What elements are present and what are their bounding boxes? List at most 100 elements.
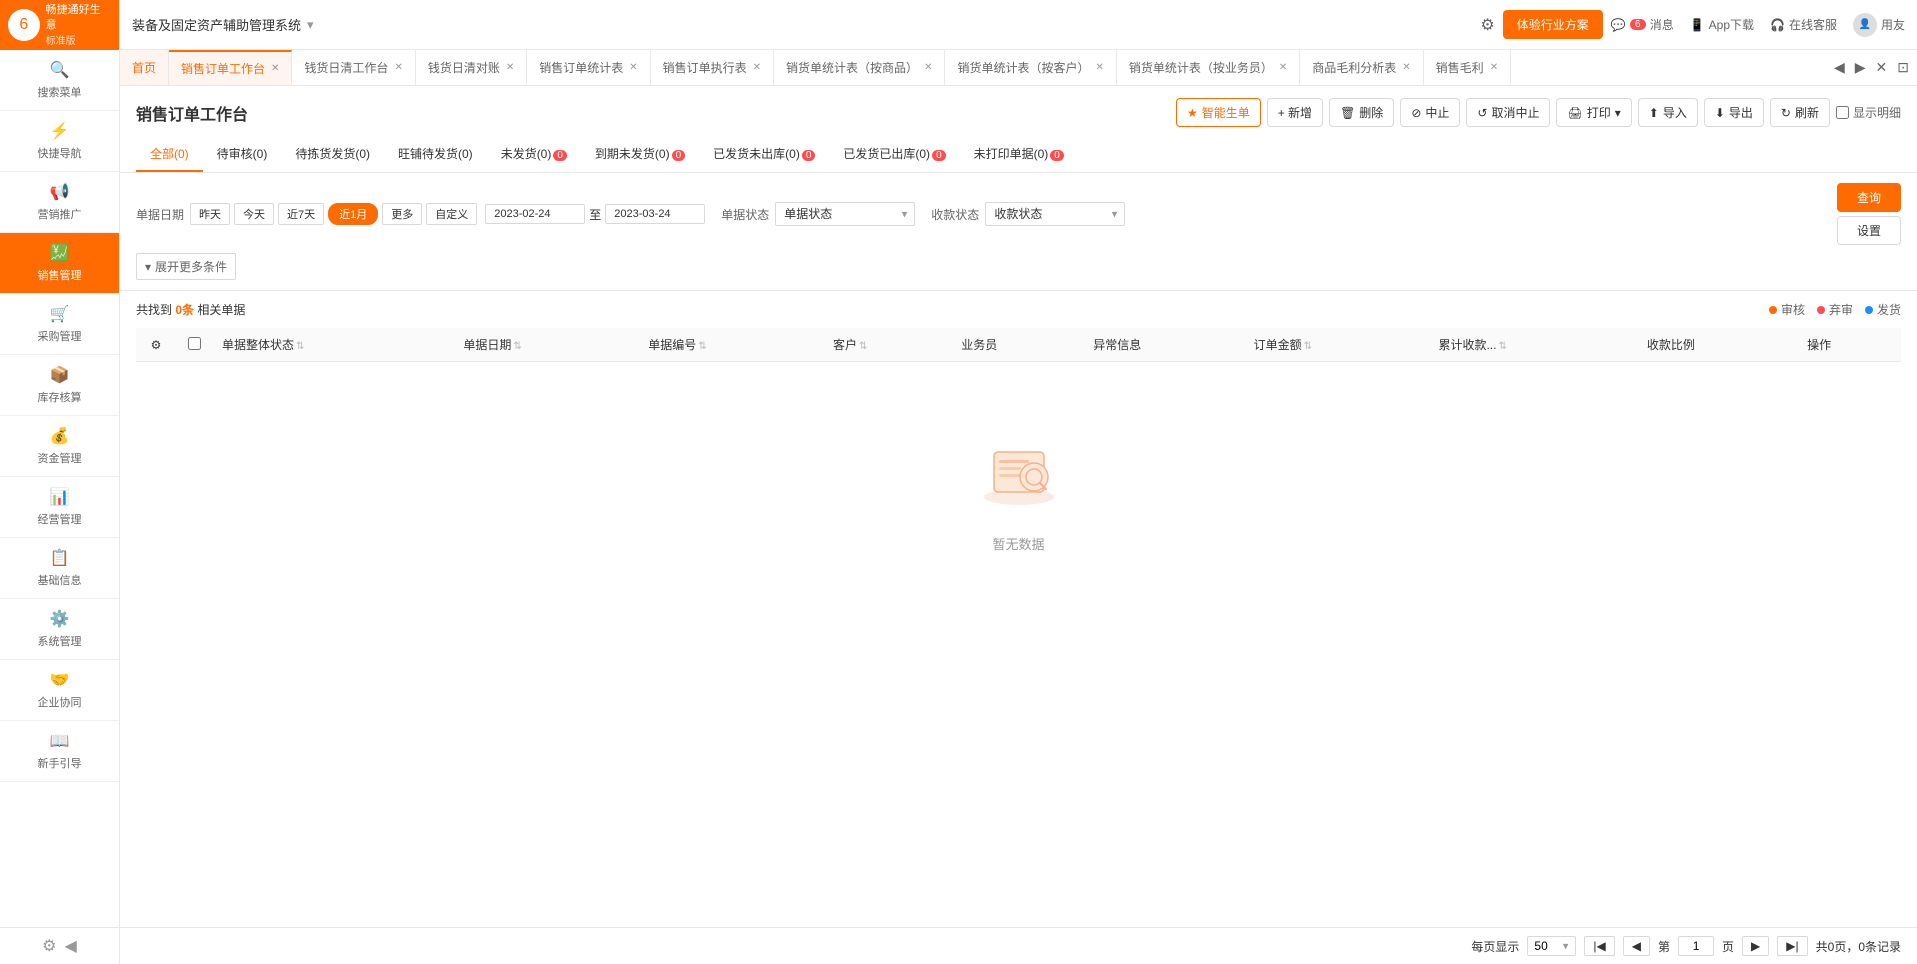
sub-tab-not-shipped[interactable]: 未发货(0)0 (487, 137, 581, 172)
sidebar-icon-operations: 📊 (50, 487, 70, 507)
settings-btn[interactable]: 设置 (1837, 216, 1901, 245)
payment-select[interactable]: 收款状态 (985, 202, 1125, 226)
review-action-btn[interactable]: 审核 (1769, 301, 1805, 318)
sidebar-item-finance[interactable]: 💰资金管理 (0, 416, 119, 477)
show-detail-checkbox[interactable] (1836, 106, 1849, 119)
sub-tab-pending-inspect[interactable]: 待拣货发货(0) (281, 137, 384, 172)
sub-tab-shipped-warehoused[interactable]: 已发货已出库(0)0 (829, 137, 959, 172)
sidebar-item-guide[interactable]: 📖新手引导 (0, 721, 119, 782)
user-item[interactable]: 👤 用友 (1853, 13, 1905, 37)
page-first-btn[interactable]: |◀ (1584, 936, 1614, 956)
sidebar-item-basic[interactable]: 📋基础信息 (0, 538, 119, 599)
print-btn[interactable]: 🖨 打印 ▾ (1556, 98, 1631, 127)
tab-close-sales-summary-staff[interactable]: ✕ (1279, 62, 1287, 73)
sort-icon-collected: ⇅ (1498, 341, 1506, 352)
show-detail-label[interactable]: 显示明细 (1836, 104, 1901, 121)
tab-cash-daily[interactable]: 钱货日清工作台✕ (292, 50, 415, 86)
star-icon: ★ (1187, 106, 1198, 120)
tab-prev-btn[interactable]: ◀ (1830, 57, 1849, 78)
th-settings[interactable]: ⚙ (136, 328, 176, 362)
tab-close-all-btn[interactable]: ✕ (1872, 57, 1892, 78)
tab-cash-reconcile[interactable]: 钱货日清对账✕ (416, 50, 527, 86)
tab-close-sales-summary-customer[interactable]: ✕ (1095, 62, 1103, 73)
tab-close-cash-daily[interactable]: ✕ (394, 62, 402, 73)
page-next-btn[interactable]: ▶ (1742, 936, 1769, 956)
date-btn-更多[interactable]: 更多 (382, 203, 422, 225)
export-btn[interactable]: ⬇ 导出 (1704, 98, 1764, 127)
tab-close-sales-stats[interactable]: ✕ (629, 62, 637, 73)
sub-tab-pending-review[interactable]: 待审核(0) (203, 137, 282, 172)
sub-tab-all[interactable]: 全部(0) (136, 137, 203, 172)
date-to-input[interactable] (605, 204, 705, 224)
tab-next-btn[interactable]: ▶ (1851, 57, 1870, 78)
smart-create-btn[interactable]: ★ 智能生单 (1176, 98, 1261, 127)
sidebar-item-inventory[interactable]: 📦库存核算 (0, 355, 119, 416)
page-prev-btn[interactable]: ◀ (1623, 936, 1650, 956)
app-download-item[interactable]: 📱 App下载 (1690, 16, 1754, 33)
tab-expand-btn[interactable]: ⊡ (1893, 57, 1913, 78)
tab-close-product-margin[interactable]: ✕ (1402, 62, 1410, 73)
collapse-btn[interactable]: ◀ (65, 936, 77, 956)
status-select[interactable]: 单据状态 (775, 202, 915, 226)
tab-product-margin[interactable]: 商品毛利分析表✕ (1300, 50, 1423, 86)
industry-btn[interactable]: 体验行业方案 (1503, 10, 1603, 39)
tab-sales-profit[interactable]: 销售毛利✕ (1424, 50, 1511, 86)
cancel-review-action-btn[interactable]: 弃审 (1817, 301, 1853, 318)
tab-close-sales-exec[interactable]: ✕ (753, 62, 761, 73)
page-actions: ★ 智能生单 + 新增 🗑 删除 ⊘ 中止 ↺ 取消中止 (1176, 98, 1901, 127)
sidebar-item-purchase[interactable]: 🛒采购管理 (0, 294, 119, 355)
stop-btn[interactable]: ⊘ 中止 (1400, 98, 1460, 127)
message-item[interactable]: 💬 6 消息 (1611, 16, 1674, 33)
settings-bottom-btn[interactable]: ⚙ (42, 936, 56, 956)
th-checkbox[interactable] (176, 328, 212, 362)
page-size-select[interactable]: 102050100 (1527, 936, 1576, 956)
delete-btn[interactable]: 🗑 删除 (1329, 98, 1394, 127)
table-actions: 审核 弃审 发货 (1769, 301, 1901, 318)
topbar-settings-icon[interactable]: ⚙ (1480, 15, 1494, 35)
sidebar-item-operations[interactable]: 📊经营管理 (0, 477, 119, 538)
sub-tab-overdue-not-shipped[interactable]: 到期未发货(0)0 (581, 137, 699, 172)
tab-sales-exec[interactable]: 销售订单执行表✕ (651, 50, 774, 86)
expand-conditions-btn[interactable]: ▾ 展开更多条件 (136, 253, 236, 280)
tab-home[interactable]: 首页 (120, 50, 169, 86)
tab-sales-summary-staff[interactable]: 销货单统计表（按业务员）✕ (1117, 50, 1300, 86)
th-abnormal: 异常信息 (1083, 328, 1243, 362)
sidebar-item-marketing[interactable]: 📢营销推广 (0, 172, 119, 233)
page-input[interactable] (1678, 936, 1714, 956)
sidebar-item-sales[interactable]: 💹销售管理 (0, 233, 119, 294)
date-from-input[interactable] (485, 204, 585, 224)
sidebar-item-enterprise[interactable]: 🤝企业协同 (0, 660, 119, 721)
tab-close-sales-profit[interactable]: ✕ (1490, 62, 1498, 73)
sub-tab-wangpu-pending[interactable]: 旺铺待发货(0) (384, 137, 487, 172)
import-btn[interactable]: ⬆ 导入 (1638, 98, 1698, 127)
tab-sales-summary-customer[interactable]: 销货单统计表（按客户） ✕ (945, 50, 1116, 86)
sub-tab-not-printed[interactable]: 未打印单据(0)0 (960, 137, 1078, 172)
tab-sales-workbench[interactable]: 销售订单工作台✕ (169, 50, 292, 86)
tab-label-sales-summary-customer: 销货单统计表（按客户） (957, 59, 1089, 76)
tab-close-cash-reconcile[interactable]: ✕ (506, 62, 514, 73)
query-btn[interactable]: 查询 (1837, 183, 1901, 212)
date-btn-昨天[interactable]: 昨天 (190, 203, 230, 225)
date-btn-近1月[interactable]: 近1月 (328, 203, 378, 225)
table-header-row: ⚙单据整体状态⇅单据日期⇅单据编号⇅客户⇅业务员异常信息订单金额⇅累计收款...… (136, 328, 1901, 362)
sidebar-item-quick-nav[interactable]: ⚡快捷导航 (0, 111, 119, 172)
ship-action-btn[interactable]: 发货 (1865, 301, 1901, 318)
sub-tab-shipped-not-warehoused[interactable]: 已发货未出库(0)0 (699, 137, 829, 172)
tab-close-sales-summary-product[interactable]: ✕ (924, 62, 932, 73)
new-btn[interactable]: + 新增 (1267, 98, 1323, 127)
tab-sales-summary-product[interactable]: 销货单统计表（按商品）✕ (774, 50, 945, 86)
refresh-btn[interactable]: ↻ 刷新 (1770, 98, 1830, 127)
date-btn-近7天[interactable]: 近7天 (278, 203, 324, 225)
date-btn-自定义[interactable]: 自定义 (426, 203, 477, 225)
page-last-btn[interactable]: ▶| (1777, 936, 1807, 956)
tab-sales-stats[interactable]: 销售订单统计表✕ (527, 50, 650, 86)
tab-close-sales-workbench[interactable]: ✕ (271, 63, 279, 74)
sidebar-item-system[interactable]: ⚙️系统管理 (0, 599, 119, 660)
date-range-btns: 昨天今天近7天近1月更多自定义 至 (190, 203, 705, 225)
date-btn-今天[interactable]: 今天 (234, 203, 274, 225)
support-item[interactable]: 🎧 在线客服 (1770, 16, 1837, 33)
cancel-stop-btn[interactable]: ↺ 取消中止 (1466, 98, 1550, 127)
table-settings-icon[interactable]: ⚙ (151, 338, 162, 352)
table-select-all[interactable] (188, 337, 201, 350)
sidebar-item-search[interactable]: 🔍搜索菜单 (0, 50, 119, 111)
